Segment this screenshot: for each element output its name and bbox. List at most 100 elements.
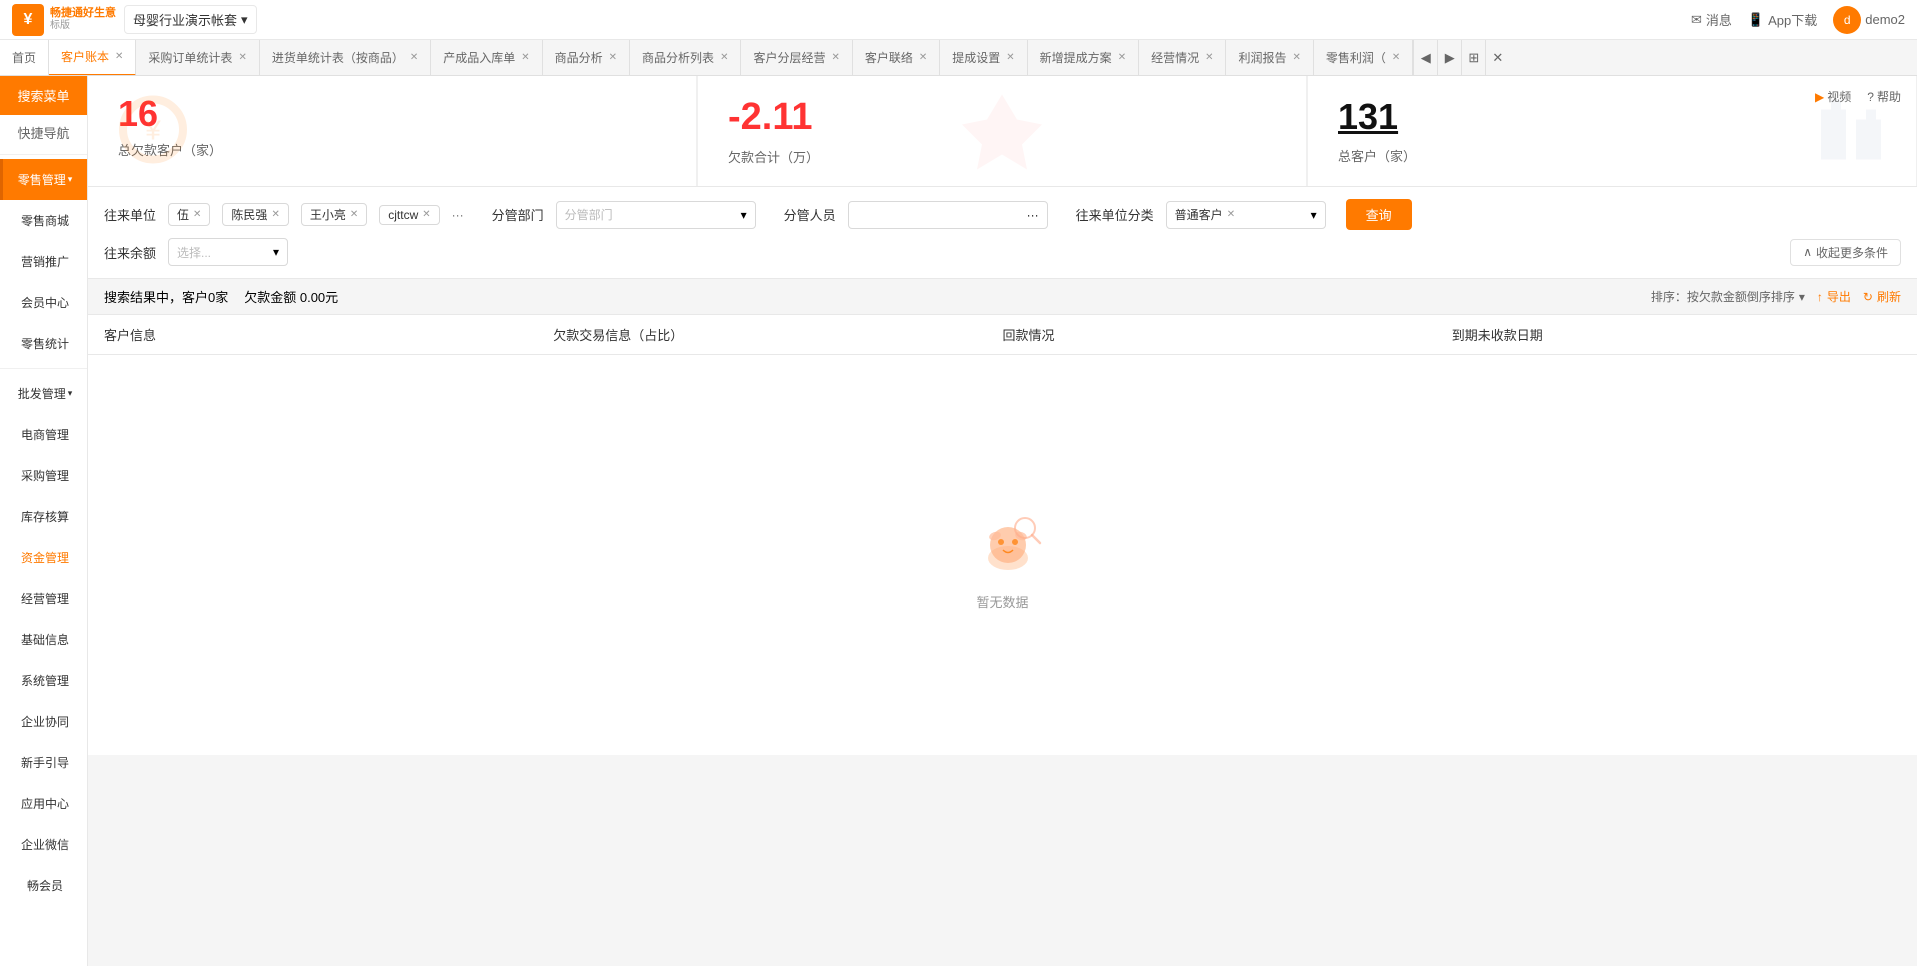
query-button[interactable]: 查询 (1346, 199, 1412, 230)
sidebar-item-retail-stats[interactable]: 零售统计 (0, 323, 87, 364)
filter-tag-unit-type[interactable]: 普通客户 ✕ (1175, 206, 1235, 223)
sidebar-item-app-center[interactable]: 应用中心 (0, 783, 87, 824)
refresh-icon: ↻ (1863, 290, 1873, 304)
sidebar-item-retail[interactable]: 零售管理 ▾ (0, 159, 87, 200)
export-button[interactable]: ↑ 导出 (1817, 288, 1851, 305)
tab-expand-button[interactable]: ⊞ (1461, 40, 1485, 76)
company-selector[interactable]: 母婴行业演示帐套 ▾ (124, 5, 257, 34)
sidebar-item-system[interactable]: 系统管理 (0, 660, 87, 701)
filter-tag-unit2[interactable]: 陈民强 ✕ (222, 203, 288, 226)
user-profile[interactable]: d demo2 (1833, 6, 1905, 34)
remove-tag-unit4[interactable]: ✕ (422, 209, 430, 220)
tab-close-product[interactable]: ✕ (609, 52, 617, 63)
sidebar-item-purchase[interactable]: 采购管理 (0, 455, 87, 496)
sidebar-item-inventory[interactable]: 库存核算 (0, 496, 87, 537)
sort-select[interactable]: 排序：按欠款金额倒序排序 ▾ (1651, 288, 1805, 305)
sidebar-item-enterprise-wechat[interactable]: 企业微信 (0, 824, 87, 865)
chevron-down-unit-type: ▾ (1311, 208, 1317, 222)
chevron-down-person: ··· (1027, 208, 1039, 222)
tab-close-retail[interactable]: ✕ (1392, 52, 1400, 63)
stat-value-total: 131 (1338, 96, 1886, 138)
sidebar-item-wholesale[interactable]: 批发管理 ▾ (0, 373, 87, 414)
empty-state: 暂无数据 (963, 440, 1043, 671)
tab-customer-contact[interactable]: 客户联络 ✕ (853, 40, 940, 76)
chevron-down-balance: ▾ (273, 245, 279, 259)
col-header-due-date: 到期未收款日期 (1452, 325, 1901, 344)
col-header-debt: 欠款交易信息（占比） (553, 325, 1002, 344)
tab-close-new-promo[interactable]: ✕ (1118, 52, 1126, 63)
collapse-icon: ∧ (1803, 245, 1812, 259)
tab-product-analysis[interactable]: 商品分析 ✕ (543, 40, 630, 76)
filter-tag-unit4[interactable]: cjttcw ✕ (379, 205, 439, 225)
chevron-down-icon: ▾ (241, 12, 248, 28)
tab-close-contact[interactable]: ✕ (919, 52, 927, 63)
sidebar-item-retail-mall[interactable]: 零售商城 (0, 200, 87, 241)
video-icon: ▶ (1815, 90, 1824, 104)
tab-close-inbound[interactable]: ✕ (410, 52, 418, 63)
stat-value-customers: 16 (118, 96, 666, 132)
sidebar-item-basic-info[interactable]: 基础信息 (0, 619, 87, 660)
tab-home[interactable]: 首页 (0, 40, 49, 76)
person-select[interactable]: ··· (848, 201, 1048, 229)
tab-business-status[interactable]: 经营情况 ✕ (1139, 40, 1226, 76)
sidebar-item-member[interactable]: 会员中心 (0, 282, 87, 323)
tab-close-purchase[interactable]: ✕ (238, 52, 246, 63)
sidebar-item-finance[interactable]: 资金管理 (0, 537, 87, 578)
collapse-button[interactable]: ∧ 收起更多条件 (1790, 239, 1901, 266)
message-icon: ✉ (1691, 12, 1702, 28)
stat-label-customers: 总欠款客户（家） (118, 140, 666, 159)
message-button[interactable]: ✉ 消息 (1691, 10, 1732, 29)
tab-close-all-button[interactable]: ✕ (1485, 40, 1509, 76)
help-link[interactable]: ? 帮助 (1867, 88, 1901, 105)
tab-promo-settings[interactable]: 提成设置 ✕ (940, 40, 1027, 76)
sidebar-item-member2[interactable]: 畅会员 (0, 865, 87, 906)
tab-cost-entry[interactable]: 产成品入库单 ✕ (431, 40, 542, 76)
filter-more-units[interactable]: ··· (452, 208, 464, 222)
remove-tag-unit1[interactable]: ✕ (193, 209, 201, 220)
app-download-button[interactable]: 📱 App下载 (1748, 10, 1817, 29)
tab-next-button[interactable]: ▶ (1437, 40, 1461, 76)
balance-select[interactable]: 选择... ▾ (168, 238, 288, 266)
sidebar-quick-nav[interactable]: 快捷导航 (0, 115, 87, 150)
tab-close-segment[interactable]: ✕ (831, 52, 839, 63)
tab-close-product-list[interactable]: ✕ (720, 52, 728, 63)
tab-inbound-stats[interactable]: 进货单统计表（按商品） ✕ (260, 40, 431, 76)
tab-close-promo[interactable]: ✕ (1006, 52, 1014, 63)
person-label: 分管人员 (784, 205, 836, 224)
tab-prev-button[interactable]: ◀ (1413, 40, 1437, 76)
stat-card-amount: -2.11 欠款合计（万） (698, 76, 1307, 186)
sidebar-item-newbie[interactable]: 新手引导 (0, 742, 87, 783)
unit-label: 往来单位 (104, 205, 156, 224)
tab-retail-profit[interactable]: 零售利润（ ✕ (1314, 40, 1413, 76)
avatar: d (1833, 6, 1861, 34)
tab-profit-report[interactable]: 利润报告 ✕ (1226, 40, 1313, 76)
remove-tag-unit2[interactable]: ✕ (271, 209, 279, 220)
stat-card-customers: ¥ 16 总欠款客户（家） (88, 76, 697, 186)
refresh-button[interactable]: ↻ 刷新 (1863, 288, 1901, 305)
tab-product-analysis-list[interactable]: 商品分析列表 ✕ (630, 40, 741, 76)
tab-close-customer-account[interactable]: ✕ (115, 51, 123, 62)
tab-customer-account[interactable]: 客户账本 ✕ (49, 40, 136, 76)
remove-tag-unit-type[interactable]: ✕ (1227, 209, 1235, 220)
filter-tag-unit1[interactable]: 伍 ✕ (168, 203, 210, 226)
sidebar-item-operations[interactable]: 经营管理 (0, 578, 87, 619)
unit-type-select[interactable]: 普通客户 ✕ ▾ (1166, 201, 1326, 229)
tab-close-cost[interactable]: ✕ (521, 52, 529, 63)
chevron-icon: ▾ (68, 174, 73, 185)
remove-tag-unit3[interactable]: ✕ (350, 209, 358, 220)
tab-new-promo[interactable]: 新增提成方案 ✕ (1028, 40, 1139, 76)
search-result-text: 搜索结果中，客户0家 (104, 287, 228, 306)
sidebar-item-enterprise[interactable]: 企业协同 (0, 701, 87, 742)
tab-customer-segment[interactable]: 客户分层经营 ✕ (741, 40, 852, 76)
sidebar-item-ecommerce[interactable]: 电商管理 (0, 414, 87, 455)
dept-select[interactable]: 分管部门 ▾ (556, 201, 756, 229)
sidebar-search[interactable]: 搜索菜单 (0, 76, 87, 115)
sidebar-item-marketing[interactable]: 营销推广 (0, 241, 87, 282)
tab-close-profit[interactable]: ✕ (1293, 52, 1301, 63)
chevron-down-sort: ▾ (1799, 290, 1805, 304)
filter-tag-unit3[interactable]: 王小亮 ✕ (301, 203, 367, 226)
tab-purchase-order[interactable]: 采购订单统计表 ✕ (136, 40, 259, 76)
tab-close-business[interactable]: ✕ (1205, 52, 1213, 63)
video-link[interactable]: ▶ 视频 (1815, 88, 1851, 105)
logo-icon: ¥ (12, 4, 44, 36)
